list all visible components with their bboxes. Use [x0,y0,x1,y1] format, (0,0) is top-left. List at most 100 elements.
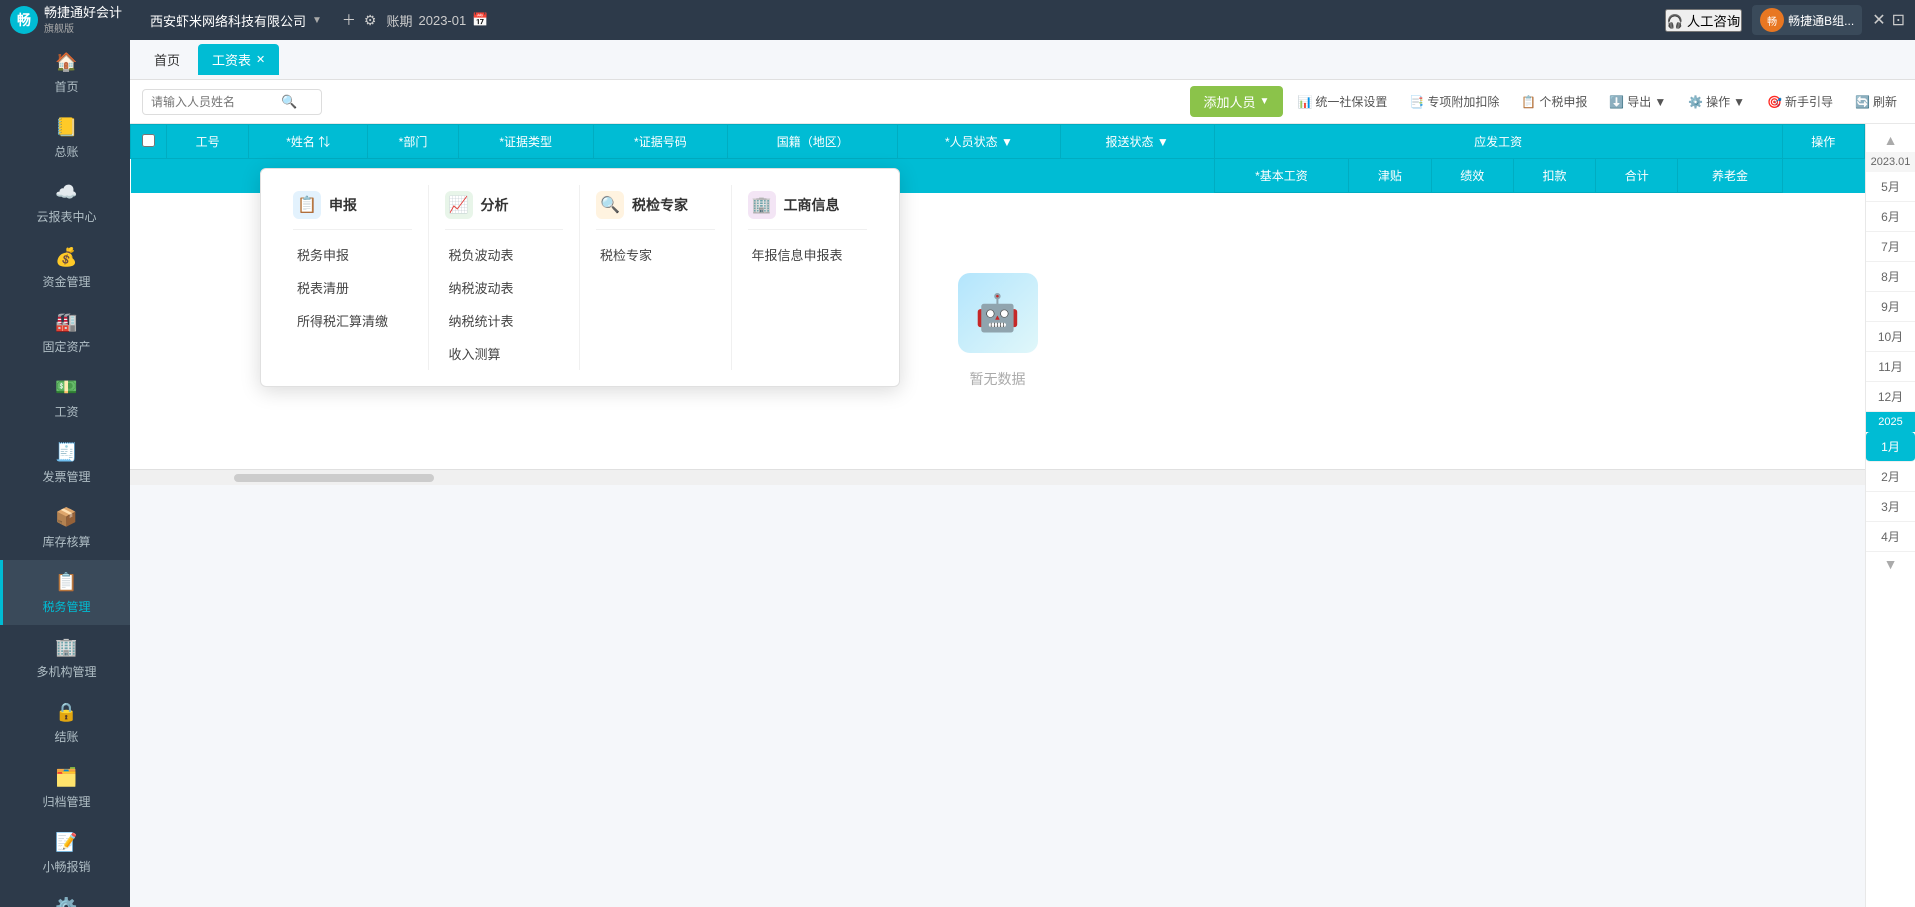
ai-consult-btn[interactable]: 🎧 人工咨询 [1665,9,1743,32]
sidebar-item-fund[interactable]: 💰 资金管理 [0,235,130,300]
sidebar-label-multi-org: 多机构管理 [36,663,96,680]
th-operation: 操作 [1782,125,1864,159]
tab-salary-label: 工资表 [212,50,251,69]
add-btn-label: 添加人员 [1204,92,1256,111]
sidebar-label-archive: 归档管理 [42,793,90,810]
dropdown-overlay: 📋 申报 税务申报 税表清册 所得税汇算清缴 📈 分析 税负波动表 [260,168,900,387]
tax-declaration-icon: 📋 [1521,95,1536,109]
sidebar-item-expense[interactable]: 📝 小畅报销 [0,820,130,885]
sidebar-label-invoice: 发票管理 [42,468,90,485]
search-input[interactable] [151,95,281,109]
top-header: 畅 畅捷通好会计 旗舰版 西安虾米网络科技有限公司 ▼ ＋ ⚙ 账期 2023-… [0,0,1915,40]
tax-declaration-item[interactable]: 税务申报 [293,238,412,271]
tax-declaration-btn[interactable]: 📋 个税申报 [1515,89,1593,114]
add-person-btn[interactable]: 添加人员 ▼ [1190,86,1284,117]
social-security-icon: 📊 [1297,95,1312,109]
sidebar-item-cloud-report[interactable]: ☁️ 云报表中心 [0,170,130,235]
new-guide-icon: 🎯 [1767,95,1782,109]
month-2023-12[interactable]: 12月 [1866,382,1915,412]
sidebar-item-tax[interactable]: 📋 税务管理 [0,560,130,625]
export-btn[interactable]: ⬇️ 导出 ▼ [1603,89,1672,114]
th-id-type: *证据类型 [458,125,593,159]
month-2024-1[interactable]: 1月 [1866,432,1915,462]
sidebar-label-salary: 工资 [54,403,78,420]
income-forecast-item[interactable]: 收入测算 [445,337,564,370]
special-deduction-btn[interactable]: 📑 专项附加扣除 [1403,89,1505,114]
tab-salary-sheet[interactable]: 工资表 ✕ [198,44,279,75]
tab-home[interactable]: 首页 [140,44,194,75]
sidebar-item-settings[interactable]: ⚙️ 基础设置 [0,885,130,907]
month-2024-3[interactable]: 3月 [1866,492,1915,522]
close-window-btn[interactable]: ✕ [1872,10,1885,30]
month-2024-2[interactable]: 2月 [1866,462,1915,492]
tax-inspection-header: 🔍 税检专家 [596,185,715,230]
th-checkbox[interactable] [131,125,167,159]
empty-text: 暂无数据 [970,369,1026,389]
tab-home-label: 首页 [154,50,180,69]
user-avatar-btn[interactable]: 畅 畅捷通B组... [1752,5,1862,35]
declaration-icon: 📋 [293,191,321,219]
tax-inspection-section: 🔍 税检专家 税检专家 [580,185,732,370]
sidebar-item-archive[interactable]: 🗂️ 归档管理 [0,755,130,820]
sidebar-item-invoice[interactable]: 🧾 发票管理 [0,430,130,495]
user-name: 畅捷通B组... [1788,12,1854,29]
period-info: 账期 2023-01 📅 [386,11,488,30]
logo-text-container: 畅捷通好会计 旗舰版 [44,5,122,36]
income-tax-item[interactable]: 所得税汇算清缴 [293,304,412,337]
sidebar-item-salary[interactable]: 💵 工资 [0,365,130,430]
date-up-btn[interactable]: ▲ [1866,128,1915,152]
avatar: 畅 [1760,8,1784,32]
restore-window-btn[interactable]: ⊡ [1892,10,1905,30]
new-guide-btn[interactable]: 🎯 新手引导 [1761,89,1839,114]
empty-icon: 🤖 [958,273,1038,353]
social-security-btn[interactable]: 📊 统一社保设置 [1291,89,1393,114]
tax-payment-item[interactable]: 纳税波动表 [445,271,564,304]
business-info-icon: 🏢 [748,191,776,219]
archive-icon: 🗂️ [55,765,79,789]
th-allowance: 津贴 [1349,159,1431,193]
company-dropdown-arrow: ▼ [312,15,322,26]
tax-burden-item[interactable]: 税负波动表 [445,238,564,271]
sidebar-item-asset[interactable]: 🏭 固定资产 [0,300,130,365]
sidebar-item-multi-org[interactable]: 🏢 多机构管理 [0,625,130,690]
add-btn-arrow: ▼ [1260,96,1270,107]
expense-icon: 📝 [55,830,79,854]
sidebar-label-inventory: 库存核算 [42,533,90,550]
tax-inspection-title: 税检专家 [632,195,688,215]
settings-icon-btn[interactable]: ⚙ [364,12,377,29]
select-all-checkbox[interactable] [142,134,155,147]
sidebar-item-close[interactable]: 🔒 结账 [0,690,130,755]
tab-close-icon[interactable]: ✕ [256,53,265,66]
month-2023-5[interactable]: 5月 [1866,172,1915,202]
th-employee-no: 工号 [167,125,249,159]
sidebar-item-ledger[interactable]: 📒 总账 [0,105,130,170]
th-deduction: 扣款 [1513,159,1595,193]
home-icon: 🏠 [55,50,79,74]
month-2023-6[interactable]: 6月 [1866,202,1915,232]
tax-table-item[interactable]: 税表清册 [293,271,412,304]
calendar-icon[interactable]: 📅 [472,12,488,28]
month-2023-7[interactable]: 7月 [1866,232,1915,262]
horizontal-scrollbar[interactable] [234,474,434,482]
th-base-salary: *基本工资 [1214,159,1349,193]
operation-btn[interactable]: ⚙️ 操作 ▼ [1682,89,1751,114]
company-selector[interactable]: 西安虾米网络科技有限公司 ▼ [140,7,332,34]
refresh-btn[interactable]: 🔄 刷新 [1849,89,1903,114]
sidebar-item-inventory[interactable]: 📦 库存核算 [0,495,130,560]
month-2023-11[interactable]: 11月 [1866,352,1915,382]
date-down-btn[interactable]: ▼ [1866,552,1915,576]
tax-inspection-item[interactable]: 税检专家 [596,238,715,271]
special-deduction-icon: 📑 [1409,95,1424,109]
th-performance: 绩效 [1431,159,1513,193]
scrollbar-area [130,469,1865,485]
month-2023-9[interactable]: 9月 [1866,292,1915,322]
operation-icon: ⚙️ [1688,95,1703,109]
month-2023-10[interactable]: 10月 [1866,322,1915,352]
sidebar: 🏠 首页 📒 总账 ☁️ 云报表中心 💰 资金管理 🏭 固定资产 💵 工资 🧾 … [0,40,130,907]
annual-report-item[interactable]: 年报信息申报表 [748,238,868,271]
month-2024-4[interactable]: 4月 [1866,522,1915,552]
sidebar-item-home[interactable]: 🏠 首页 [0,40,130,105]
month-2023-8[interactable]: 8月 [1866,262,1915,292]
tax-stats-item[interactable]: 纳税统计表 [445,304,564,337]
add-company-btn[interactable]: ＋ [342,10,356,30]
